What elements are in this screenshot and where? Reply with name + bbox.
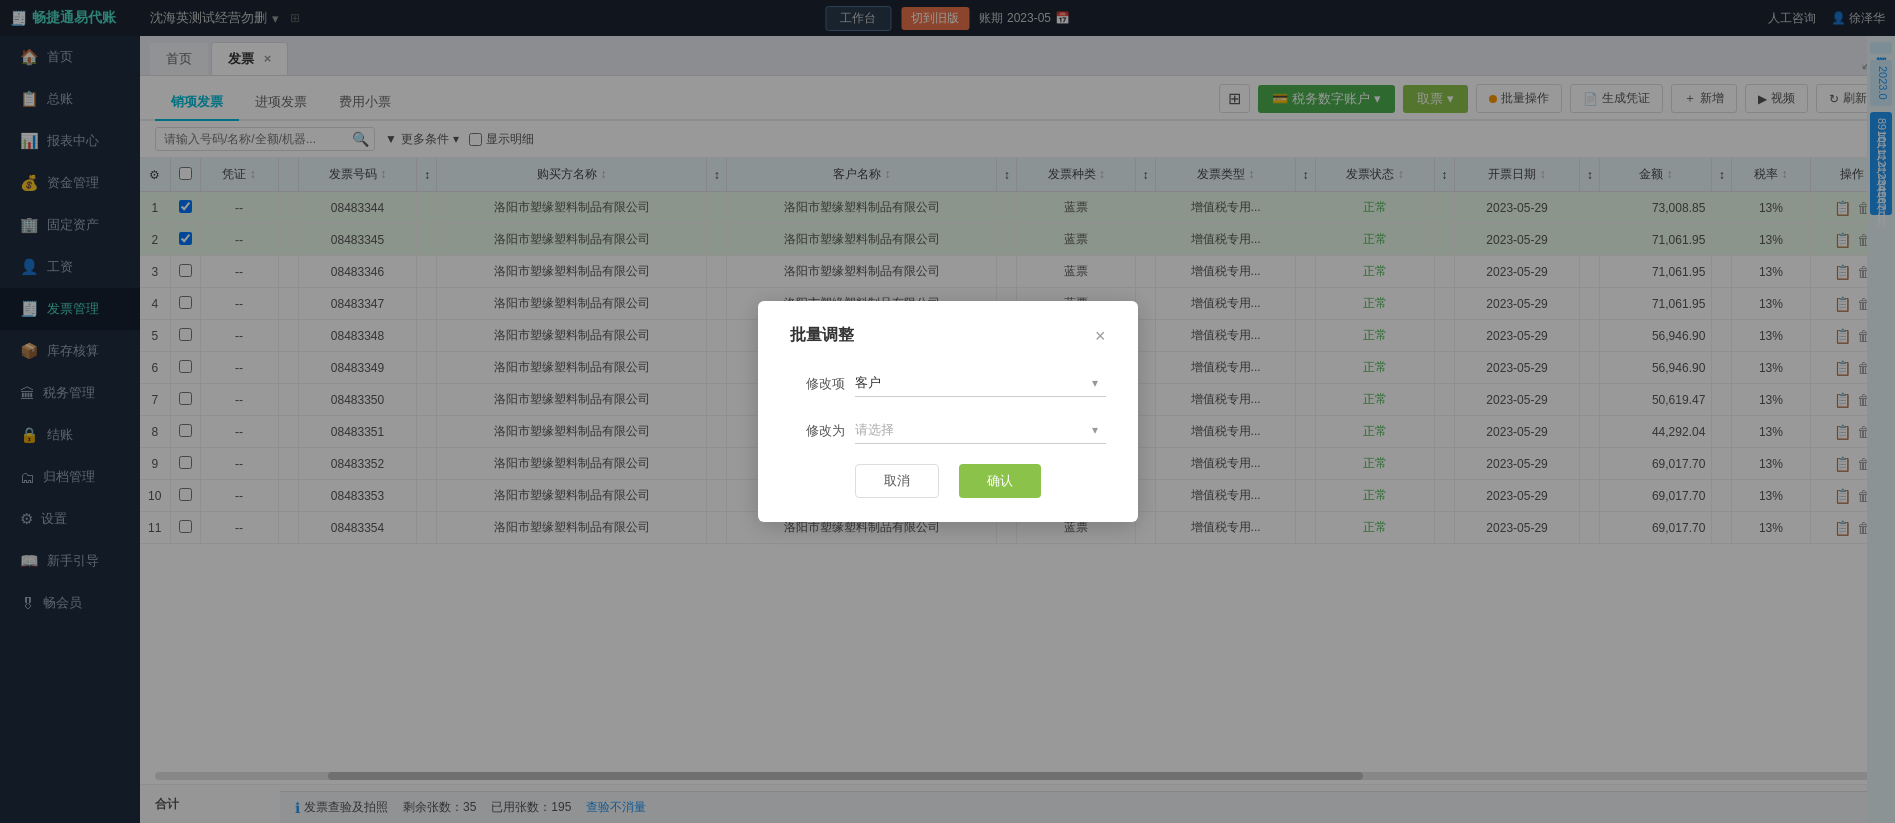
modal-overlay: 批量调整 × 修改项 客户 ▾ 修改为 请选择 ▾ 取消 确认 — [0, 0, 1895, 823]
modal-value-row: 修改为 请选择 ▾ — [790, 417, 1106, 444]
modal-close-button[interactable]: × — [1095, 327, 1106, 345]
modal-confirm-button[interactable]: 确认 — [959, 464, 1041, 498]
modal-field-select[interactable]: 客户 ▾ — [855, 370, 1106, 397]
modal-value-label: 修改为 — [790, 422, 845, 440]
modal-field-chevron-icon: ▾ — [1092, 376, 1098, 390]
modal-value-chevron-icon: ▾ — [1092, 423, 1098, 437]
batch-adjust-modal: 批量调整 × 修改项 客户 ▾ 修改为 请选择 ▾ 取消 确认 — [758, 301, 1138, 522]
modal-footer: 取消 确认 — [790, 464, 1106, 498]
modal-value-select[interactable]: 请选择 ▾ — [855, 417, 1106, 444]
modal-title: 批量调整 — [790, 325, 854, 346]
modal-field-value: 客户 — [855, 374, 1092, 392]
modal-field-label: 修改项 — [790, 375, 845, 393]
modal-cancel-button[interactable]: 取消 — [855, 464, 939, 498]
modal-field-row: 修改项 客户 ▾ — [790, 370, 1106, 397]
modal-header: 批量调整 × — [790, 325, 1106, 346]
modal-value-placeholder: 请选择 — [855, 421, 1092, 439]
